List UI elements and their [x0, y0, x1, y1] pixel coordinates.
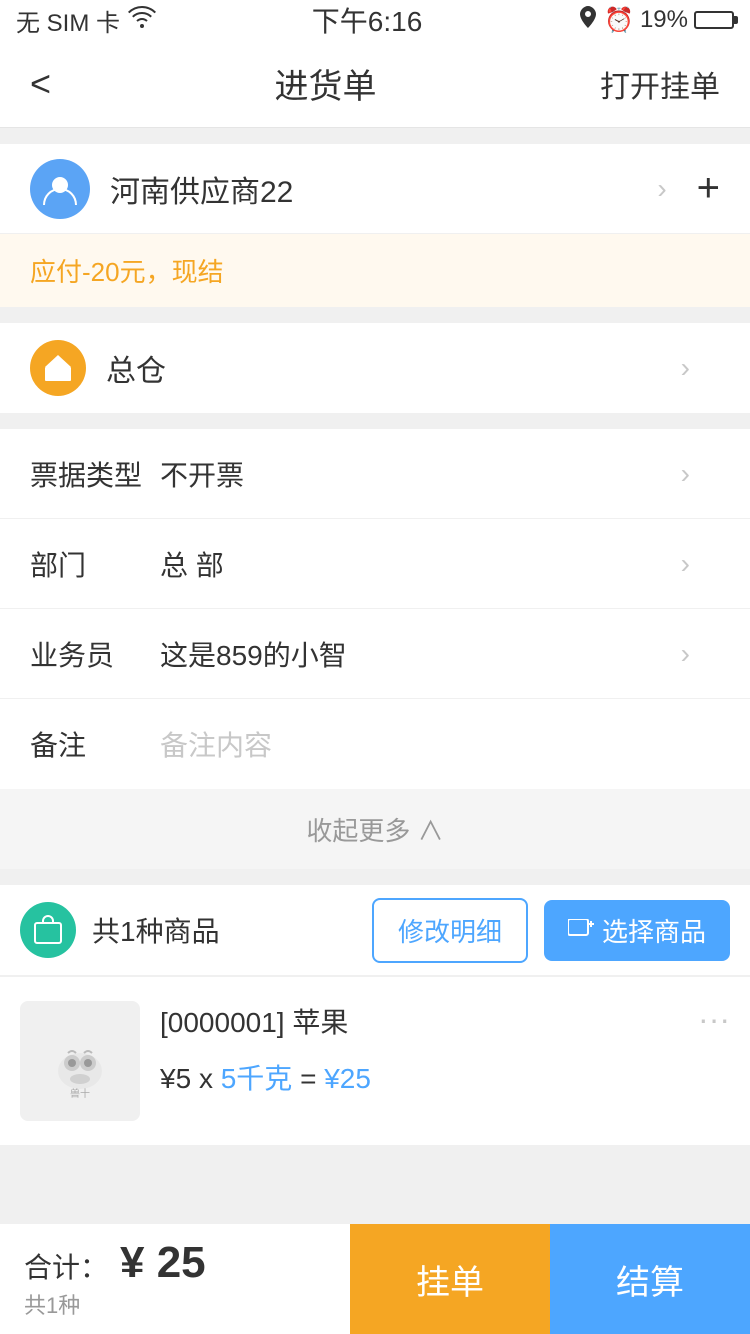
add-supplier-button[interactable]: +: [697, 166, 720, 211]
section-divider-2: [0, 307, 750, 323]
status-bar: 无 SIM 卡 下午6:16 ⏰ 19%: [0, 0, 750, 40]
warehouse-name: 总仓: [106, 346, 681, 390]
warehouse-icon: [30, 340, 86, 396]
select-product-label: 选择商品: [602, 912, 706, 949]
collapse-bar[interactable]: 收起更多 ∧: [0, 789, 750, 869]
section-divider-1: [0, 128, 750, 144]
svg-text:兽十: 兽十: [70, 1087, 90, 1100]
department-value: 总 部: [160, 544, 681, 584]
product-item: 兽十 [0000001] 苹果 ¥5 x 5千克 = ¥25 ···: [0, 977, 750, 1145]
product-name: [0000001] 苹果: [160, 1001, 678, 1041]
total-label: 合计：: [24, 1246, 108, 1286]
supplier-avatar: [30, 159, 90, 219]
supplier-row[interactable]: 河南供应商22 › +: [0, 144, 750, 234]
department-arrow-icon: ›: [681, 548, 690, 580]
product-count: 共1种商品: [92, 910, 356, 950]
salesman-row[interactable]: 业务员 这是859的小智 ›: [0, 609, 750, 699]
wifi-icon: [128, 6, 156, 35]
invoice-row[interactable]: 票据类型 不开票 ›: [0, 429, 750, 519]
notice-bar: 应付-20元，现结: [0, 234, 750, 307]
total-section: 合计： ¥ 25 共1种: [0, 1238, 350, 1320]
invoice-value: 不开票: [160, 454, 681, 494]
bottom-bar: 合计： ¥ 25 共1种 挂单 结算: [0, 1224, 750, 1334]
open-pending-button[interactable]: 打开挂单: [600, 62, 720, 106]
product-header: 共1种商品 修改明细 选择商品: [0, 885, 750, 975]
status-right: ⏰ 19%: [578, 6, 734, 35]
product-thumbnail: 兽十: [20, 1001, 140, 1121]
page-title: 进货单: [275, 59, 377, 108]
salesman-value: 这是859的小智: [160, 634, 681, 674]
warehouse-row[interactable]: 总仓 ›: [0, 323, 750, 413]
alarm-icon: ⏰: [604, 6, 634, 35]
edit-detail-button[interactable]: 修改明细: [372, 898, 528, 963]
status-time: 下午6:16: [312, 0, 423, 40]
invoice-label: 票据类型: [30, 454, 160, 494]
remark-label: 备注: [30, 724, 160, 764]
location-icon: [578, 6, 598, 35]
supplier-name: 河南供应商22: [110, 167, 657, 211]
salesman-arrow-icon: ›: [681, 638, 690, 670]
department-row[interactable]: 部门 总 部 ›: [0, 519, 750, 609]
status-left: 无 SIM 卡: [16, 3, 156, 38]
warehouse-arrow-icon: ›: [681, 352, 690, 384]
remark-input[interactable]: 备注内容: [160, 724, 720, 764]
form-section: 票据类型 不开票 › 部门 总 部 › 业务员 这是859的小智 › 备注 备注…: [0, 429, 750, 789]
battery-icon: [694, 11, 734, 29]
back-button[interactable]: <: [30, 63, 51, 105]
collapse-label: 收起更多 ∧: [306, 811, 443, 848]
salesman-label: 业务员: [30, 634, 160, 674]
supplier-arrow-icon: ›: [657, 173, 666, 205]
bottom-spacer: [0, 1145, 750, 1185]
nav-bar: < 进货单 打开挂单: [0, 40, 750, 128]
checkout-button[interactable]: 结算: [550, 1224, 750, 1334]
carrier-text: 无 SIM 卡: [16, 3, 120, 38]
select-product-button[interactable]: 选择商品: [544, 900, 730, 961]
department-label: 部门: [30, 544, 160, 584]
product-more-button[interactable]: ···: [698, 1001, 730, 1038]
remark-row[interactable]: 备注 备注内容: [0, 699, 750, 789]
product-info: [0000001] 苹果 ¥5 x 5千克 = ¥25: [160, 1001, 678, 1097]
invoice-arrow-icon: ›: [681, 458, 690, 490]
product-price: ¥5 x 5千克 = ¥25: [160, 1057, 678, 1097]
total-amount: ¥ 25: [120, 1238, 206, 1288]
battery-text: 19%: [640, 6, 688, 34]
product-icon: [20, 902, 76, 958]
total-sub: 共1种: [24, 1288, 326, 1320]
suspend-button[interactable]: 挂单: [350, 1224, 550, 1334]
